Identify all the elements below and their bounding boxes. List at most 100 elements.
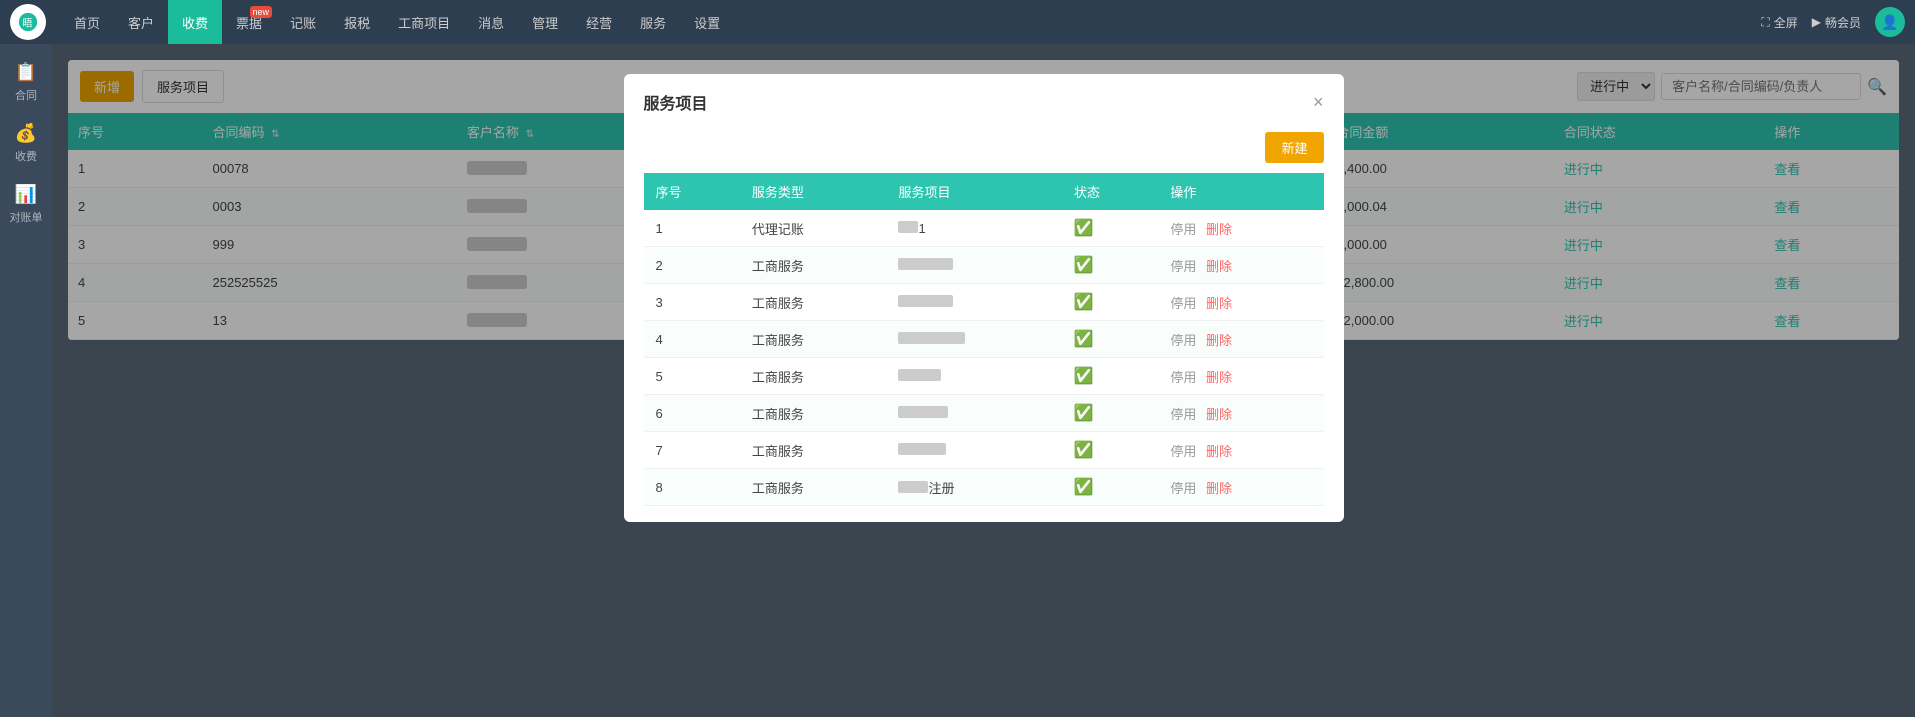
- modal-table-row: 5 工商服务 ✅ 停用 删除: [644, 358, 1324, 395]
- vip-btn[interactable]: ▶ 畅会员: [1812, 14, 1861, 31]
- app-logo: 晤: [10, 4, 46, 40]
- sidebar: 📋 合同 💰 收费 📊 对账单: [0, 44, 52, 717]
- modal-cell-action: 停用 删除: [1158, 469, 1323, 506]
- modal-cell-status: ✅: [1062, 247, 1158, 284]
- modal-cell-action: 停用 删除: [1158, 321, 1323, 358]
- modal-cell-action: 停用 删除: [1158, 247, 1323, 284]
- nav-fee[interactable]: 收费: [168, 0, 222, 44]
- modal-cell-item: 注册: [886, 469, 1061, 506]
- new-badge: new: [250, 6, 273, 18]
- fullscreen-btn[interactable]: ⛶ 全屏: [1761, 14, 1797, 31]
- modal-table-row: 1 代理记账 1 ✅ 停用 删除: [644, 210, 1324, 247]
- nav-home[interactable]: 首页: [60, 0, 114, 44]
- modal-cell-status: ✅: [1062, 210, 1158, 247]
- status-check-icon: ✅: [1074, 220, 1094, 237]
- status-check-icon: ✅: [1074, 405, 1094, 422]
- stop-link[interactable]: 停用: [1170, 481, 1196, 496]
- status-check-icon: ✅: [1074, 331, 1094, 348]
- modal-cell-item: [886, 395, 1061, 432]
- modal-col-type: 服务类型: [740, 173, 887, 210]
- modal-cell-action: 停用 删除: [1158, 358, 1323, 395]
- modal-cell-no: 3: [644, 284, 740, 321]
- modal-cell-status: ✅: [1062, 469, 1158, 506]
- user-avatar[interactable]: 👤: [1875, 7, 1905, 37]
- modal-cell-item: [886, 432, 1061, 469]
- sidebar-item-contract[interactable]: 📋 合同: [0, 54, 52, 111]
- delete-link[interactable]: 删除: [1206, 333, 1232, 348]
- nav-tax[interactable]: 报税: [330, 0, 384, 44]
- modal-toolbar: 新建: [624, 124, 1344, 173]
- nav-industry[interactable]: 工商项目: [384, 0, 464, 44]
- stop-link[interactable]: 停用: [1170, 259, 1196, 274]
- modal-col-no: 序号: [644, 173, 740, 210]
- main-content: 新增 服务项目 进行中 已完成 已终止 🔍 序号 合同编: [52, 44, 1915, 717]
- nav-service[interactable]: 服务: [626, 0, 680, 44]
- modal-cell-status: ✅: [1062, 358, 1158, 395]
- service-items-table: 序号 服务类型 服务项目 状态 操作 1 代理记账 1 ✅ 停用 删除 2: [644, 173, 1324, 506]
- modal-new-button[interactable]: 新建: [1265, 132, 1323, 163]
- stop-link[interactable]: 停用: [1170, 444, 1196, 459]
- modal-cell-action: 停用 删除: [1158, 210, 1323, 247]
- service-modal: 服务项目 × 新建 序号 服务类型 服务项目 状态: [624, 74, 1344, 522]
- main-layout: 📋 合同 💰 收费 📊 对账单 新增 服务项目 进行中 已完成 已终止: [0, 44, 1915, 717]
- modal-body[interactable]: 序号 服务类型 服务项目 状态 操作 1 代理记账 1 ✅ 停用 删除 2: [624, 173, 1344, 522]
- modal-col-status: 状态: [1062, 173, 1158, 210]
- stop-link[interactable]: 停用: [1170, 370, 1196, 385]
- fee-icon: 💰: [15, 123, 37, 144]
- modal-cell-item: [886, 247, 1061, 284]
- stop-link[interactable]: 停用: [1170, 333, 1196, 348]
- modal-cell-item: [886, 284, 1061, 321]
- nav-client[interactable]: 客户: [114, 0, 168, 44]
- status-check-icon: ✅: [1074, 294, 1094, 311]
- nav-operation[interactable]: 经营: [572, 0, 626, 44]
- stop-link[interactable]: 停用: [1170, 407, 1196, 422]
- stop-link[interactable]: 停用: [1170, 296, 1196, 311]
- delete-link[interactable]: 删除: [1206, 259, 1232, 274]
- svg-text:晤: 晤: [23, 18, 33, 30]
- modal-cell-type: 工商服务: [740, 358, 887, 395]
- delete-link[interactable]: 删除: [1206, 222, 1232, 237]
- sidebar-item-fee[interactable]: 💰 收费: [0, 115, 52, 172]
- modal-cell-type: 工商服务: [740, 284, 887, 321]
- modal-cell-type: 工商服务: [740, 469, 887, 506]
- nav-manage[interactable]: 管理: [518, 0, 572, 44]
- modal-cell-no: 7: [644, 432, 740, 469]
- modal-cell-status: ✅: [1062, 395, 1158, 432]
- nav-invoice[interactable]: 票据 new: [222, 0, 276, 44]
- modal-cell-action: 停用 删除: [1158, 284, 1323, 321]
- modal-cell-no: 5: [644, 358, 740, 395]
- delete-link[interactable]: 删除: [1206, 481, 1232, 496]
- delete-link[interactable]: 删除: [1206, 296, 1232, 311]
- right-tools: ⛶ 全屏 ▶ 畅会员 👤: [1761, 7, 1905, 37]
- modal-col-item: 服务项目: [886, 173, 1061, 210]
- contract-icon: 📋: [15, 62, 37, 83]
- modal-cell-item: 1: [886, 210, 1061, 247]
- modal-cell-type: 工商服务: [740, 321, 887, 358]
- status-check-icon: ✅: [1074, 479, 1094, 496]
- modal-col-action: 操作: [1158, 173, 1323, 210]
- nav-bookkeep[interactable]: 记账: [276, 0, 330, 44]
- modal-cell-type: 工商服务: [740, 247, 887, 284]
- nav-message[interactable]: 消息: [464, 0, 518, 44]
- status-check-icon: ✅: [1074, 257, 1094, 274]
- modal-cell-no: 8: [644, 469, 740, 506]
- top-navigation: 晤 首页 客户 收费 票据 new 记账 报税 工商项目 消息 管理 经营 服务…: [0, 0, 1915, 44]
- stop-link[interactable]: 停用: [1170, 222, 1196, 237]
- delete-link[interactable]: 删除: [1206, 370, 1232, 385]
- modal-close-button[interactable]: ×: [1313, 93, 1324, 111]
- modal-table-row: 3 工商服务 ✅ 停用 删除: [644, 284, 1324, 321]
- nav-settings[interactable]: 设置: [680, 0, 734, 44]
- delete-link[interactable]: 删除: [1206, 444, 1232, 459]
- delete-link[interactable]: 删除: [1206, 407, 1232, 422]
- fullscreen-icon: ⛶: [1761, 15, 1769, 30]
- sidebar-item-statement[interactable]: 📊 对账单: [0, 176, 52, 233]
- modal-cell-no: 4: [644, 321, 740, 358]
- modal-cell-type: 工商服务: [740, 432, 887, 469]
- modal-cell-action: 停用 删除: [1158, 432, 1323, 469]
- modal-cell-no: 2: [644, 247, 740, 284]
- modal-cell-item: [886, 321, 1061, 358]
- modal-table-row: 6 工商服务 ✅ 停用 删除: [644, 395, 1324, 432]
- statement-icon: 📊: [15, 184, 37, 205]
- modal-cell-action: 停用 删除: [1158, 395, 1323, 432]
- modal-table-row: 2 工商服务 ✅ 停用 删除: [644, 247, 1324, 284]
